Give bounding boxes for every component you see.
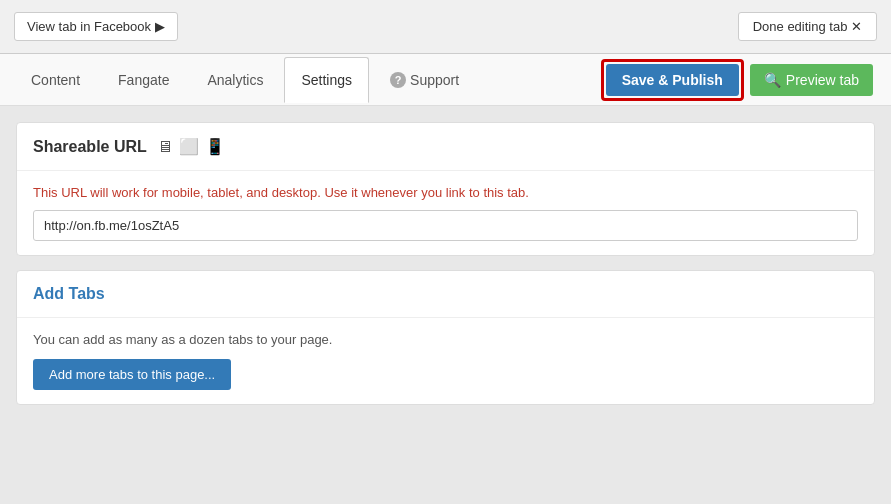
search-icon: 🔍	[764, 72, 781, 88]
preview-tab-button[interactable]: 🔍 Preview tab	[750, 64, 873, 96]
tab-content-label: Content	[31, 72, 80, 88]
shareable-url-title: Shareable URL	[33, 138, 147, 156]
done-editing-button[interactable]: Done editing tab ✕	[738, 12, 877, 41]
shareable-url-card-header: Shareable URL 🖥 ⬜ 📱	[17, 123, 874, 171]
shareable-url-body: This URL will work for mobile, tablet, a…	[17, 171, 874, 255]
shareable-url-input[interactable]	[33, 210, 858, 241]
tab-nav-actions: Save & Publish 🔍 Preview tab	[601, 59, 877, 101]
main-wrapper: View tab in Facebook ▶ Done editing tab …	[0, 0, 891, 504]
save-publish-highlight: Save & Publish	[601, 59, 744, 101]
device-icons: 🖥 ⬜ 📱	[157, 137, 225, 156]
add-more-tabs-button[interactable]: Add more tabs to this page...	[33, 359, 231, 390]
tab-support[interactable]: ? Support	[373, 57, 476, 102]
add-tabs-body: You can add as many as a dozen tabs to y…	[17, 318, 874, 404]
question-icon: ?	[390, 72, 406, 88]
tab-settings-label: Settings	[301, 72, 352, 88]
save-publish-button[interactable]: Save & Publish	[606, 64, 739, 96]
add-tabs-title: Add Tabs	[33, 285, 105, 303]
tab-content[interactable]: Content	[14, 57, 97, 102]
tab-settings[interactable]: Settings	[284, 57, 369, 103]
tab-analytics-label: Analytics	[207, 72, 263, 88]
tab-support-label: Support	[410, 72, 459, 88]
view-tab-button[interactable]: View tab in Facebook ▶	[14, 12, 178, 41]
tab-nav-items: Content Fangate Analytics Settings ? Sup…	[14, 57, 601, 102]
tab-nav-bar: Content Fangate Analytics Settings ? Sup…	[0, 54, 891, 106]
top-bar: View tab in Facebook ▶ Done editing tab …	[0, 0, 891, 54]
shareable-url-info: This URL will work for mobile, tablet, a…	[33, 185, 858, 200]
tablet-icon: ⬜	[179, 137, 199, 156]
desktop-icon: 🖥	[157, 138, 173, 156]
tab-fangate[interactable]: Fangate	[101, 57, 186, 102]
preview-tab-label: Preview tab	[786, 72, 859, 88]
tab-analytics[interactable]: Analytics	[190, 57, 280, 102]
mobile-icon: 📱	[205, 137, 225, 156]
tab-fangate-label: Fangate	[118, 72, 169, 88]
add-tabs-description: You can add as many as a dozen tabs to y…	[33, 332, 858, 347]
add-tabs-card-header: Add Tabs	[17, 271, 874, 318]
add-tabs-card: Add Tabs You can add as many as a dozen …	[16, 270, 875, 405]
shareable-url-card: Shareable URL 🖥 ⬜ 📱 This URL will work f…	[16, 122, 875, 256]
content-area: Shareable URL 🖥 ⬜ 📱 This URL will work f…	[0, 106, 891, 504]
